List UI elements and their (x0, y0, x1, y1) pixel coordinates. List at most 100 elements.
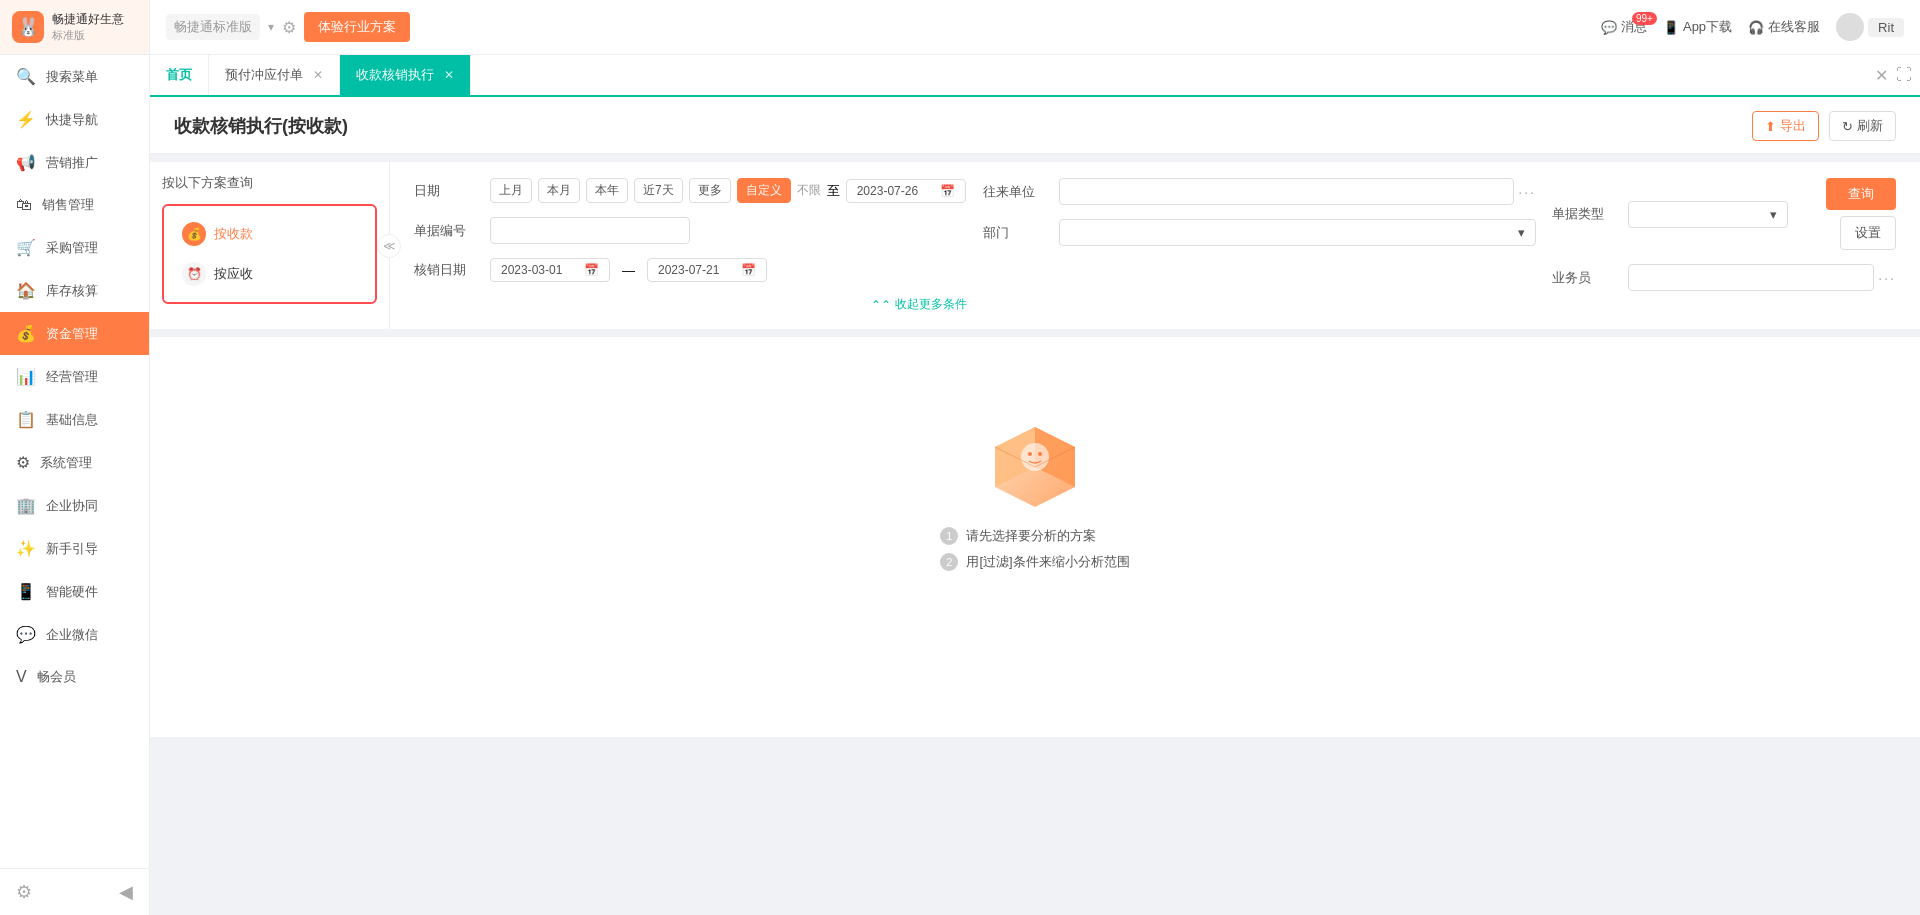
refresh-button[interactable]: ↻ 刷新 (1829, 111, 1896, 141)
settings-button[interactable]: 设置 (1840, 216, 1896, 250)
results-area: 1 请先选择要分析的方案 2 用[过滤]条件来缩小分析范围 (150, 337, 1920, 737)
solution-button[interactable]: 体验行业方案 (304, 12, 410, 42)
date-this-month-btn[interactable]: 本月 (538, 178, 580, 203)
filter-section: 按以下方案查询 💰 按收款 ⏰ 按应收 ≪ (150, 162, 1920, 329)
sidebar-item-inventory[interactable]: 🏠 库存核算 (0, 269, 149, 312)
sidebar-item-operation[interactable]: 📊 经营管理 (0, 355, 149, 398)
empty-tip-1: 1 请先选择要分析的方案 (940, 523, 1129, 549)
date-more-btn[interactable]: 更多 (689, 178, 731, 203)
header-app-download[interactable]: 📱 App下载 (1663, 18, 1732, 36)
empty-state-illustration (975, 397, 1095, 507)
sidebar-item-wechat-work[interactable]: 💬 企业微信 (0, 613, 149, 656)
verify-date-start-input[interactable]: 2023-03-01 📅 (490, 258, 610, 282)
partner-input[interactable] (1059, 178, 1514, 205)
wechat-work-icon: 💬 (16, 625, 36, 644)
sales-icon: 🛍 (16, 196, 32, 214)
date-no-limit: 不限 (797, 182, 821, 199)
by-receipt-icon: 💰 (182, 222, 206, 246)
calendar-icon: 📅 (940, 184, 955, 198)
sidebar-item-basic-info[interactable]: 📋 基础信息 (0, 398, 149, 441)
service-icon: 🎧 (1748, 20, 1764, 35)
content-area: 收款核销执行(按收款) ⬆ 导出 ↻ 刷新 按以下方案查询 (150, 97, 1920, 915)
sidebar-item-marketing[interactable]: 📢 营销推广 (0, 141, 149, 184)
filter-option-by-receipt[interactable]: 💰 按收款 (172, 214, 367, 254)
tab-prepay[interactable]: 预付冲应付单 ✕ (209, 55, 340, 95)
sidebar-item-member[interactable]: V 畅会员 (0, 656, 149, 698)
sidebar: 🐰 畅捷通好生意 标准版 🔍 搜索菜单 ⚡ 快捷导航 📢 营销推广 🛍 销售管理… (0, 0, 150, 915)
staff-input[interactable] (1628, 264, 1874, 291)
tab-prepay-close-icon[interactable]: ✕ (313, 68, 323, 82)
date-this-year-btn[interactable]: 本年 (586, 178, 628, 203)
purchase-icon: 🛒 (16, 238, 36, 257)
marketing-icon: 📢 (16, 153, 36, 172)
tab-home[interactable]: 首页 (150, 55, 209, 95)
dept-select[interactable]: ▾ (1059, 219, 1536, 246)
header-dropdown-icon[interactable]: ▾ (268, 20, 274, 34)
filter-docno-row: 单据编号 (414, 217, 967, 244)
doctype-label: 单据类型 (1552, 205, 1612, 223)
sidebar-nav: 🔍 搜索菜单 ⚡ 快捷导航 📢 营销推广 🛍 销售管理 🛒 采购管理 🏠 库存核… (0, 55, 149, 868)
docno-label: 单据编号 (414, 222, 474, 240)
filter-panel-title: 按以下方案查询 (162, 174, 377, 192)
date-quick-group: 上月 本月 本年 近7天 更多 自定义 不限 至 (490, 178, 966, 203)
header-user[interactable]: Rit (1836, 13, 1904, 41)
sidebar-logo: 🐰 畅捷通好生意 标准版 (0, 0, 149, 55)
filter-option-by-receivable[interactable]: ⏰ 按应收 (172, 254, 367, 294)
sidebar-item-quick-nav[interactable]: ⚡ 快捷导航 (0, 98, 149, 141)
member-icon: V (16, 668, 27, 686)
empty-tips: 1 请先选择要分析的方案 2 用[过滤]条件来缩小分析范围 (940, 523, 1129, 575)
sidebar-item-sales[interactable]: 🛍 销售管理 (0, 184, 149, 226)
basic-info-icon: 📋 (16, 410, 36, 429)
header-online-service[interactable]: 🎧 在线客服 (1748, 18, 1820, 36)
docno-input[interactable] (490, 217, 690, 244)
sidebar-item-purchase[interactable]: 🛒 采购管理 (0, 226, 149, 269)
filter-panel-collapse-button[interactable]: ≪ (377, 234, 401, 258)
verify-date-end-input[interactable]: 2023-07-21 📅 (647, 258, 767, 282)
quick-nav-icon: ⚡ (16, 110, 36, 129)
logo-text: 畅捷通好生意 标准版 (52, 12, 124, 42)
staff-more-icon[interactable]: ··· (1878, 270, 1896, 286)
tab-actions: ✕ ⛶ (1875, 55, 1920, 95)
filter-doctype-row: 单据类型 ▾ 查询 设置 (1552, 178, 1896, 250)
export-icon: ⬆ (1765, 119, 1776, 134)
username-label: Rit (1868, 18, 1904, 37)
date-last-month-btn[interactable]: 上月 (490, 178, 532, 203)
sidebar-item-finance[interactable]: 💰 资金管理 (0, 312, 149, 355)
sidebar-item-enterprise-collab[interactable]: 🏢 企业协同 (0, 484, 149, 527)
search-menu-icon: 🔍 (16, 67, 36, 86)
doctype-select[interactable]: ▾ (1628, 201, 1788, 228)
verify-calendar-start-icon: 📅 (584, 263, 599, 277)
tab-receipt-verify-close-icon[interactable]: ✕ (444, 68, 454, 82)
sidebar-item-system[interactable]: ⚙ 系统管理 (0, 441, 149, 484)
filter-left-panel: 按以下方案查询 💰 按收款 ⏰ 按应收 ≪ (150, 162, 390, 329)
partner-more-icon[interactable]: ··· (1518, 184, 1536, 200)
message-badge: 99+ (1632, 12, 1657, 25)
system-icon: ⚙ (16, 453, 30, 472)
verify-calendar-end-icon: 📅 (741, 263, 756, 277)
smart-hardware-icon: 📱 (16, 582, 36, 601)
date-7days-btn[interactable]: 近7天 (634, 178, 683, 203)
dept-label: 部门 (983, 224, 1043, 242)
operation-icon: 📊 (16, 367, 36, 386)
sidebar-item-search-menu[interactable]: 🔍 搜索菜单 (0, 55, 149, 98)
tab-receipt-verify[interactable]: 收款核销执行 ✕ (340, 55, 471, 95)
header-gear-icon[interactable]: ⚙ (282, 18, 296, 37)
doctype-chevron-icon: ▾ (1770, 207, 1777, 222)
tab-fullscreen-button[interactable]: ⛶ (1896, 66, 1912, 84)
export-button[interactable]: ⬆ 导出 (1752, 111, 1819, 141)
query-button[interactable]: 查询 (1826, 178, 1896, 210)
page: 收款核销执行(按收款) ⬆ 导出 ↻ 刷新 按以下方案查询 (150, 97, 1920, 915)
user-avatar (1836, 13, 1864, 41)
sidebar-item-guide[interactable]: ✨ 新手引导 (0, 527, 149, 570)
date-end-input[interactable]: 2023-07-26 📅 (846, 179, 966, 203)
sidebar-collapse-icon[interactable]: ◀ (119, 881, 133, 903)
inventory-icon: 🏠 (16, 281, 36, 300)
sidebar-item-smart-hardware[interactable]: 📱 智能硬件 (0, 570, 149, 613)
filter-staff-row: 业务员 ··· (1552, 264, 1896, 291)
header-message[interactable]: 💬 消息 99+ (1601, 18, 1647, 36)
date-custom-btn[interactable]: 自定义 (737, 178, 791, 203)
sidebar-settings-icon[interactable]: ⚙ (16, 881, 32, 903)
collapse-more-button[interactable]: ⌃⌃ 收起更多条件 (414, 296, 967, 313)
tab-bar: 首页 预付冲应付单 ✕ 收款核销执行 ✕ ✕ ⛶ (150, 55, 1920, 97)
tab-close-all-button[interactable]: ✕ (1875, 66, 1888, 85)
